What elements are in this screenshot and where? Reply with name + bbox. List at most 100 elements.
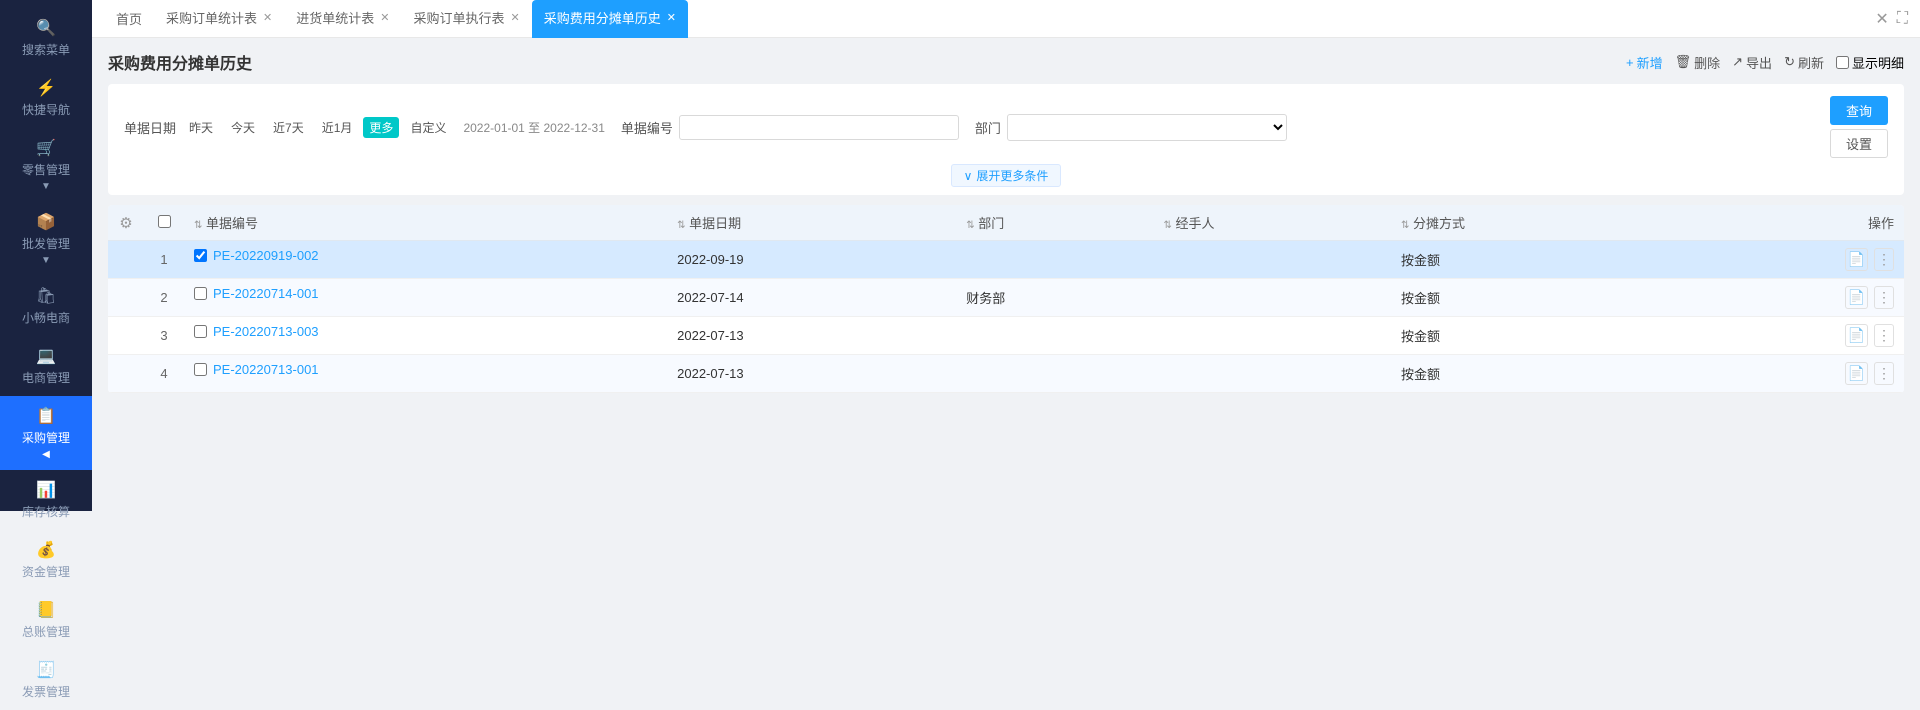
sidebar-item-label: 电商管理 bbox=[22, 369, 70, 386]
close-all-icon[interactable]: ✕ bbox=[1875, 9, 1888, 29]
sidebar-item-ecom-xc[interactable]: 🛍 小畅电商 bbox=[0, 276, 92, 336]
edit-icon[interactable]: 📄 bbox=[1845, 362, 1868, 385]
sidebar-item-ecom[interactable]: 💻 电商管理 bbox=[0, 336, 92, 396]
delete-button[interactable]: 🗑 删除 bbox=[1675, 53, 1721, 72]
sidebar-item-label: 采购管理 bbox=[22, 429, 70, 446]
order-no-link[interactable]: PE-20220919-002 bbox=[213, 248, 319, 263]
dept-select[interactable]: 财务部 bbox=[1007, 114, 1287, 141]
cell-actions: 📄 ⋮ bbox=[1672, 241, 1904, 279]
close-icon[interactable]: ✕ bbox=[380, 11, 389, 24]
tab-inbound-stats[interactable]: 进货单统计表 ✕ bbox=[284, 0, 401, 38]
close-icon[interactable]: ✕ bbox=[511, 11, 520, 24]
col-method: ⇅ 分摊方式 bbox=[1391, 205, 1672, 241]
more-icon[interactable]: ⋮ bbox=[1874, 324, 1894, 347]
dept-select-wrapper: 财务部 bbox=[1007, 114, 1287, 141]
sidebar-item-finance[interactable]: 💰 资金管理 bbox=[0, 530, 92, 590]
sidebar-item-label: 库存核算 bbox=[22, 503, 70, 520]
ecom-icon: 💻 bbox=[36, 346, 56, 366]
sort-icon: ⇅ bbox=[966, 220, 974, 231]
show-cols-checkbox[interactable] bbox=[1836, 56, 1849, 69]
select-all-checkbox[interactable] bbox=[158, 215, 171, 228]
date-btn-yesterday[interactable]: 昨天 bbox=[182, 116, 220, 139]
cell-date: 2022-07-13 bbox=[667, 317, 956, 355]
purchase-icon: 📋 bbox=[36, 406, 56, 426]
sidebar-item-label: 搜索菜单 bbox=[22, 41, 70, 58]
main-content: 首页 采购订单统计表 ✕ 进货单统计表 ✕ 采购订单执行表 ✕ 采购费用分摊单历… bbox=[92, 0, 1920, 511]
settings-button[interactable]: 设置 bbox=[1830, 129, 1888, 158]
more-icon[interactable]: ⋮ bbox=[1874, 248, 1894, 271]
tab-label: 采购订单统计表 bbox=[166, 8, 257, 27]
edit-icon[interactable]: 📄 bbox=[1845, 324, 1868, 347]
sidebar: 🔍 搜索菜单 ⚡ 快捷导航 🛒 零售管理 ▼ 📦 批发管理 ▼ 🛍 小畅电商 💻… bbox=[0, 0, 92, 511]
sidebar-item-ledger[interactable]: 📒 总账管理 bbox=[0, 590, 92, 650]
close-icon[interactable]: ✕ bbox=[667, 11, 676, 24]
sidebar-item-label: 小畅电商 bbox=[22, 309, 70, 326]
sidebar-item-label: 资金管理 bbox=[22, 563, 70, 580]
page-content: 采购费用分摊单历史 + 新增 🗑 删除 ↗ 导出 ↻ 刷新 bbox=[92, 38, 1920, 511]
tab-purchase-order-stats[interactable]: 采购订单统计表 ✕ bbox=[154, 0, 284, 38]
table-settings-icon[interactable]: ⚙ bbox=[119, 215, 132, 232]
retail-icon: 🛒 bbox=[36, 138, 56, 158]
date-label: 单据日期 bbox=[124, 118, 176, 137]
dept-label: 部门 bbox=[975, 118, 1001, 137]
export-button[interactable]: ↗ 导出 bbox=[1732, 53, 1772, 72]
sidebar-item-search[interactable]: 🔍 搜索菜单 bbox=[0, 8, 92, 68]
sidebar-item-label: 总账管理 bbox=[22, 623, 70, 640]
row-checkbox[interactable] bbox=[194, 363, 207, 376]
expand-button[interactable]: ∨ 展开更多条件 bbox=[951, 164, 1062, 187]
sidebar-item-invoice[interactable]: 🧾 发票管理 bbox=[0, 650, 92, 710]
date-btn-more[interactable]: 更多 bbox=[363, 117, 399, 138]
more-icon[interactable]: ⋮ bbox=[1874, 362, 1894, 385]
sidebar-item-wholesale[interactable]: 📦 批发管理 ▼ bbox=[0, 202, 92, 276]
sidebar-item-retail[interactable]: 🛒 零售管理 ▼ bbox=[0, 128, 92, 202]
cell-method: 按金额 bbox=[1391, 279, 1672, 317]
sidebar-item-quicknav[interactable]: ⚡ 快捷导航 bbox=[0, 68, 92, 128]
tab-home[interactable]: 首页 bbox=[104, 0, 154, 38]
tab-purchase-cost-history[interactable]: 采购费用分摊单历史 ✕ bbox=[532, 0, 688, 38]
order-no-link[interactable]: PE-20220713-003 bbox=[213, 324, 319, 339]
row-index: 1 bbox=[144, 241, 184, 279]
row-num bbox=[108, 241, 144, 279]
cell-dept bbox=[956, 355, 1153, 393]
maximize-icon[interactable]: ⛶ bbox=[1897, 10, 1908, 28]
page-header: 采购费用分摊单历史 + 新增 🗑 删除 ↗ 导出 ↻ 刷新 bbox=[108, 50, 1904, 74]
edit-icon[interactable]: 📄 bbox=[1845, 248, 1868, 271]
sort-icon: ⇅ bbox=[1164, 220, 1172, 231]
sidebar-item-inventory[interactable]: 📊 库存核算 bbox=[0, 470, 92, 530]
refresh-button[interactable]: ↻ 刷新 bbox=[1784, 53, 1824, 72]
add-button[interactable]: + 新增 bbox=[1626, 53, 1663, 72]
table-row: 3 PE-20220713-003 2022-07-13 按金额 📄 ⋮ bbox=[108, 317, 1904, 355]
order-no-link[interactable]: PE-20220714-001 bbox=[213, 286, 319, 301]
expand-icon: ▼ bbox=[41, 255, 51, 266]
col-action: 操作 bbox=[1672, 205, 1904, 241]
order-no-link[interactable]: PE-20220713-001 bbox=[213, 362, 319, 377]
col-method-label: 分摊方式 bbox=[1413, 216, 1465, 231]
edit-icon[interactable]: 📄 bbox=[1845, 286, 1868, 309]
cell-dept bbox=[956, 317, 1153, 355]
sidebar-item-purchase[interactable]: 📋 采购管理 ◀ bbox=[0, 396, 92, 470]
delete-icon: 🗑 bbox=[1675, 54, 1692, 70]
date-btn-1month[interactable]: 近1月 bbox=[315, 116, 360, 139]
col-checkbox bbox=[144, 205, 184, 241]
row-checkbox[interactable] bbox=[194, 325, 207, 338]
filter-order-no: 单据编号 bbox=[621, 115, 959, 140]
order-no-label: 单据编号 bbox=[621, 118, 673, 137]
date-btn-custom[interactable]: 自定义 bbox=[403, 116, 453, 139]
row-checkbox[interactable] bbox=[194, 287, 207, 300]
tab-purchase-exec[interactable]: 采购订单执行表 ✕ bbox=[401, 0, 531, 38]
row-index: 2 bbox=[144, 279, 184, 317]
sort-icon: ⇅ bbox=[677, 220, 685, 231]
refresh-icon: ↻ bbox=[1784, 54, 1795, 70]
table-container: ⚙ ⇅ 单据编号 ⇅ 单据日期 bbox=[108, 205, 1904, 393]
order-no-input[interactable] bbox=[679, 115, 959, 140]
sort-icon: ⇅ bbox=[1401, 220, 1409, 231]
add-label: 新增 bbox=[1637, 53, 1663, 72]
cell-handler bbox=[1154, 279, 1391, 317]
close-icon[interactable]: ✕ bbox=[263, 11, 272, 24]
more-icon[interactable]: ⋮ bbox=[1874, 286, 1894, 309]
row-checkbox[interactable] bbox=[194, 249, 207, 262]
date-btn-today[interactable]: 今天 bbox=[224, 116, 262, 139]
query-button[interactable]: 查询 bbox=[1830, 96, 1888, 125]
date-btn-7days[interactable]: 近7天 bbox=[266, 116, 311, 139]
wholesale-icon: 📦 bbox=[36, 212, 56, 232]
